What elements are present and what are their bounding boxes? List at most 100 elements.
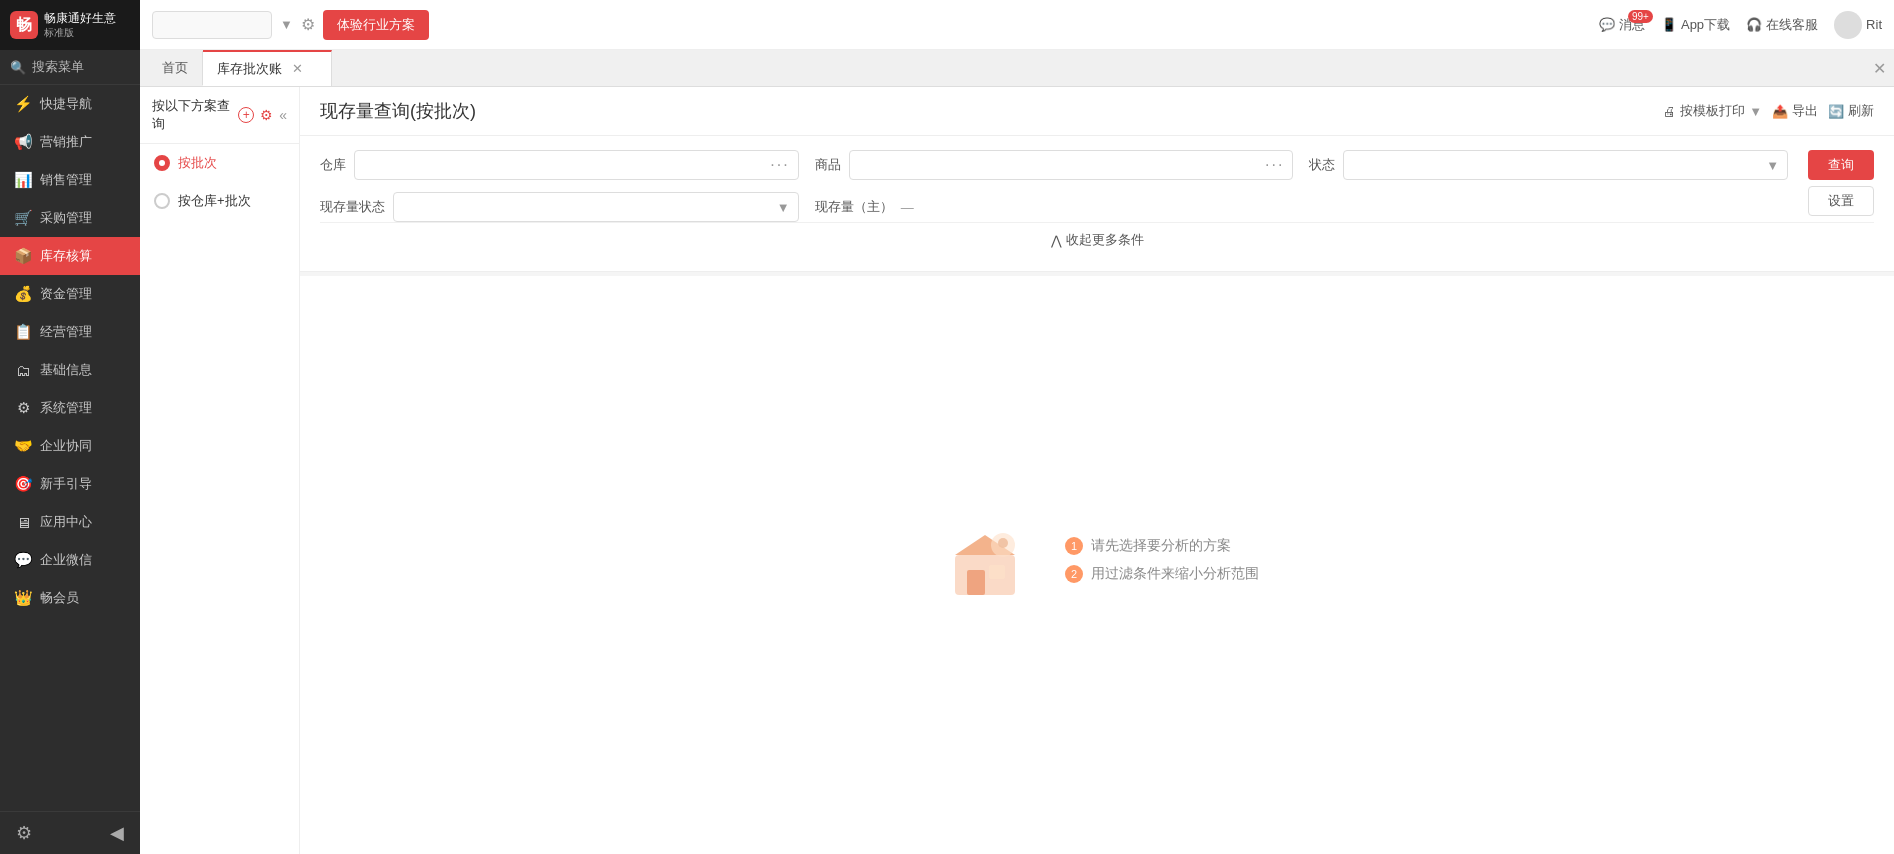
export-btn[interactable]: 📤 导出 — [1772, 102, 1818, 120]
sidebar-item-member[interactable]: 👑 畅会员 — [0, 579, 140, 617]
sidebar-collapse-btn[interactable]: ◀ — [104, 822, 130, 844]
svg-rect-2 — [967, 570, 985, 595]
scheme-dot-active — [154, 155, 170, 171]
brand-name: 畅康通好生意 — [44, 11, 116, 27]
warehouse-label: 仓库 — [320, 156, 346, 174]
customer-service-label: 在线客服 — [1766, 16, 1818, 34]
scheme-panel-title: 按以下方案查询 — [152, 97, 238, 133]
sidebar-item-label: 资金管理 — [40, 285, 92, 303]
messages-btn[interactable]: 💬 消息 99+ — [1599, 16, 1645, 34]
sidebar-item-label: 新手引导 — [40, 475, 92, 493]
filter-settings-btn[interactable]: 设置 — [1808, 186, 1874, 216]
page-header: 现存量查询(按批次) 🖨 按模板打印 ▼ 📤 导出 🔄 刷新 — [300, 87, 1894, 136]
sidebar-item-enterprise[interactable]: 🤝 企业协同 — [0, 427, 140, 465]
search-icon: 🔍 — [10, 60, 26, 75]
scheme-dot-inactive — [154, 193, 170, 209]
enterprise-icon: 🤝 — [14, 437, 32, 455]
sidebar-item-finance[interactable]: 💰 资金管理 — [0, 275, 140, 313]
purchase-icon: 🛒 — [14, 209, 32, 227]
sidebar-item-operation[interactable]: 📋 经营管理 — [0, 313, 140, 351]
tab-inventory-batch-label: 库存批次账 — [217, 61, 282, 76]
app-download-label: App下载 — [1681, 16, 1730, 34]
status-select[interactable]: ▼ — [1343, 150, 1788, 180]
customer-service-btn[interactable]: 🎧 在线客服 — [1746, 16, 1818, 34]
refresh-btn[interactable]: 🔄 刷新 — [1828, 102, 1874, 120]
filter-row-2: 现存量状态 ▼ 现存量（主） — — [320, 192, 1788, 222]
sidebar-search[interactable]: 🔍 搜索菜单 — [0, 50, 140, 85]
sidebar-item-label: 库存核算 — [40, 247, 92, 265]
product-dots-icon: ··· — [1265, 156, 1284, 174]
collapse-more-btn[interactable]: ⋀ 收起更多条件 — [320, 222, 1874, 257]
scheme-panel-actions: + ⚙ « — [238, 107, 287, 123]
scheme-item-by-warehouse-batch[interactable]: 按仓库+批次 — [140, 182, 299, 220]
refresh-icon: 🔄 — [1828, 104, 1844, 119]
sidebar-item-quick-nav[interactable]: ⚡ 快捷导航 — [0, 85, 140, 123]
query-buttons: 查询 设置 — [1808, 150, 1874, 216]
sidebar-item-label: 销售管理 — [40, 171, 92, 189]
scheme-settings-btn[interactable]: ⚙ — [260, 107, 273, 123]
product-input[interactable]: ··· — [849, 150, 1294, 180]
query-btn[interactable]: 查询 — [1808, 150, 1874, 180]
sidebar-item-system[interactable]: ⚙ 系统管理 — [0, 389, 140, 427]
stock-status-field: 现存量状态 ▼ — [320, 192, 799, 222]
sidebar-item-app[interactable]: 🖥 应用中心 — [0, 503, 140, 541]
scheme-collapse-left-icon[interactable]: « — [279, 107, 287, 123]
empty-state: 1 请先选择要分析的方案 2 用过滤条件来缩小分析范围 — [300, 276, 1894, 854]
sidebar: 畅 畅康通好生意 标准版 🔍 搜索菜单 ⚡ 快捷导航 📢 营销推广 📊 销售管理… — [0, 0, 140, 854]
wechat-icon: 💬 — [14, 551, 32, 569]
app-download-btn[interactable]: 📱 App下载 — [1661, 16, 1730, 34]
topbar-gear-icon[interactable]: ⚙ — [301, 15, 315, 34]
scheme-add-btn[interactable]: + — [238, 107, 254, 123]
trial-btn[interactable]: 体验行业方案 — [323, 10, 429, 40]
page-title: 现存量查询(按批次) — [320, 99, 476, 123]
scheme-panel: 按以下方案查询 + ⚙ « 按批次 按仓库+批次 — [140, 87, 300, 854]
sidebar-item-label: 应用中心 — [40, 513, 92, 531]
scheme-item-by-batch[interactable]: 按批次 — [140, 144, 299, 182]
topbar-search-input[interactable] — [152, 11, 272, 39]
sidebar-item-label: 系统管理 — [40, 399, 92, 417]
close-panel-icon[interactable]: ✕ — [1873, 59, 1886, 78]
sidebar-item-guide[interactable]: 🎯 新手引导 — [0, 465, 140, 503]
query-panel: 现存量查询(按批次) 🖨 按模板打印 ▼ 📤 导出 🔄 刷新 — [300, 87, 1894, 854]
sales-icon: 📊 — [14, 171, 32, 189]
tabs-bar: 首页 库存批次账 ✕ ✕ — [140, 50, 1894, 87]
warehouse-filter-field: 仓库 ··· — [320, 150, 799, 180]
hint1-num: 1 — [1065, 537, 1083, 555]
export-icon: 📤 — [1772, 104, 1788, 119]
sidebar-item-label: 采购管理 — [40, 209, 92, 227]
warehouse-input[interactable]: ··· — [354, 150, 799, 180]
sidebar-item-label: 快捷导航 — [40, 95, 92, 113]
sidebar-item-basic[interactable]: 🗂 基础信息 — [0, 351, 140, 389]
user-avatar-btn[interactable]: Rit — [1834, 11, 1882, 39]
empty-text: 1 请先选择要分析的方案 2 用过滤条件来缩小分析范围 — [1065, 537, 1259, 593]
tab-home[interactable]: 首页 — [148, 51, 203, 85]
collapse-more-label: 收起更多条件 — [1066, 231, 1144, 249]
sidebar-item-marketing[interactable]: 📢 营销推广 — [0, 123, 140, 161]
content-area: 按以下方案查询 + ⚙ « 按批次 按仓库+批次 现存量查询(按批次) — [140, 87, 1894, 854]
status-label: 状态 — [1309, 156, 1335, 174]
brand-logo: 畅 — [10, 11, 38, 39]
collapse-up-icon: ⋀ — [1051, 233, 1062, 248]
stock-status-select[interactable]: ▼ — [393, 192, 799, 222]
hint2-num: 2 — [1065, 565, 1083, 583]
tab-close-icon[interactable]: ✕ — [292, 61, 303, 76]
chevron-down-icon[interactable]: ▼ — [280, 17, 293, 32]
scheme-panel-header: 按以下方案查询 + ⚙ « — [140, 87, 299, 144]
topbar: ▼ ⚙ 体验行业方案 💬 消息 99+ 📱 App下载 🎧 在线客服 Rit — [140, 0, 1894, 50]
sidebar-item-sales[interactable]: 📊 销售管理 — [0, 161, 140, 199]
message-icon: 💬 — [1599, 17, 1615, 32]
filter-area: 仓库 ··· 商品 ··· — [300, 136, 1894, 272]
sidebar-item-label: 营销推广 — [40, 133, 92, 151]
hint1-text: 请先选择要分析的方案 — [1091, 537, 1231, 555]
sidebar-item-inventory[interactable]: 📦 库存核算 — [0, 237, 140, 275]
refresh-label: 刷新 — [1848, 102, 1874, 120]
sidebar-item-purchase[interactable]: 🛒 采购管理 — [0, 199, 140, 237]
main-area: ▼ ⚙ 体验行业方案 💬 消息 99+ 📱 App下载 🎧 在线客服 Rit — [140, 0, 1894, 854]
product-filter-field: 商品 ··· — [815, 150, 1294, 180]
tab-inventory-batch[interactable]: 库存批次账 ✕ — [203, 50, 332, 86]
basic-icon: 🗂 — [14, 362, 32, 379]
sidebar-item-wechat[interactable]: 💬 企业微信 — [0, 541, 140, 579]
print-template-btn[interactable]: 🖨 按模板打印 ▼ — [1663, 102, 1762, 120]
status-filter-field: 状态 ▼ — [1309, 150, 1788, 180]
sidebar-settings-btn[interactable]: ⚙ — [10, 822, 38, 844]
